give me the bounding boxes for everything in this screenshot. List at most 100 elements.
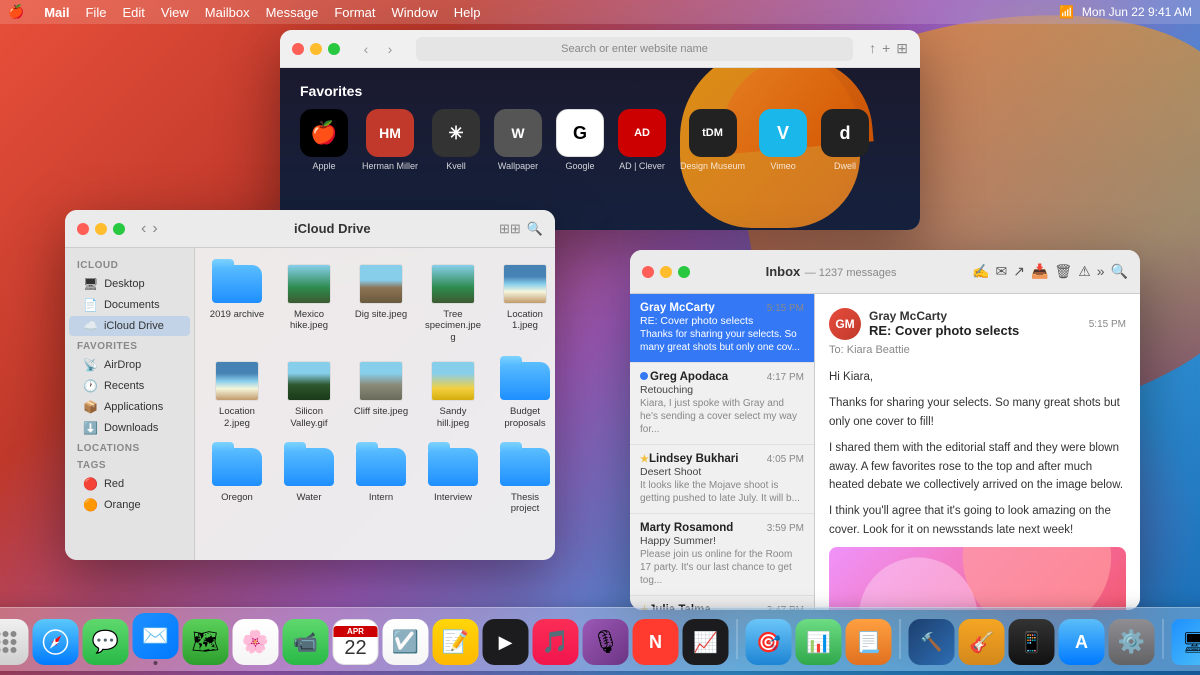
safari-fav-google[interactable]: G Google bbox=[556, 109, 604, 171]
menubar-window[interactable]: Window bbox=[392, 5, 438, 20]
safari-close-button[interactable] bbox=[292, 43, 304, 55]
mail-close-button[interactable] bbox=[642, 266, 654, 278]
safari-fav-kvell[interactable]: ✳ Kvell bbox=[432, 109, 480, 171]
mail-item-marty-rosamond[interactable]: Marty Rosamond 3:59 PM Happy Summer! Ple… bbox=[630, 514, 814, 596]
mail-forward-icon[interactable]: ↗ bbox=[1013, 263, 1025, 280]
sidebar-item-recents[interactable]: 🕐 Recents bbox=[69, 376, 190, 396]
finder-item-mexico-hike[interactable]: Mexico hike.jpeg bbox=[277, 258, 341, 347]
finder-search-icon[interactable]: 🔍 bbox=[527, 221, 543, 237]
menubar-view[interactable]: View bbox=[161, 5, 189, 20]
safari-fav-apple[interactable]: 🍎 Apple bbox=[300, 109, 348, 171]
finder-item-location2[interactable]: Location 2.jpeg bbox=[205, 355, 269, 433]
finder-forward-button[interactable]: › bbox=[152, 220, 157, 238]
finder-grid-icon[interactable]: ⊞⊞ bbox=[499, 221, 521, 237]
safari-share-icon[interactable]: ↑ bbox=[869, 40, 876, 57]
dock-photos[interactable]: 🌸 bbox=[233, 619, 279, 665]
mail-item-gray-mccarty[interactable]: Gray McCarty 5:15 PM RE: Cover photo sel… bbox=[630, 294, 814, 363]
safari-addressbar[interactable]: Search or enter website name bbox=[416, 37, 853, 61]
menubar-mailbox[interactable]: Mailbox bbox=[205, 5, 250, 20]
dock-xcode[interactable]: 🔨 bbox=[909, 619, 955, 665]
sidebar-item-icloud-drive[interactable]: ☁️ iCloud Drive bbox=[69, 316, 190, 336]
sidebar-item-red-tag[interactable]: 🔴 Red bbox=[69, 474, 190, 494]
dock-news[interactable]: N bbox=[633, 619, 679, 665]
sidebar-item-desktop[interactable]: 🖥 Desktop bbox=[69, 274, 190, 294]
menubar-file[interactable]: File bbox=[85, 5, 106, 20]
dock-stocks[interactable]: 📈 bbox=[683, 619, 729, 665]
mail-minimize-button[interactable] bbox=[660, 266, 672, 278]
mail-maximize-button[interactable] bbox=[678, 266, 690, 278]
apple-menu[interactable]: 🍎 bbox=[8, 4, 24, 20]
mail-more-icon[interactable]: » bbox=[1097, 263, 1105, 280]
dock-calendar[interactable]: APR 22 bbox=[333, 619, 379, 665]
safari-sidebar-icon[interactable]: ⊞ bbox=[896, 40, 908, 57]
menubar-format[interactable]: Format bbox=[334, 5, 375, 20]
safari-fav-wallpaper[interactable]: W Wallpaper bbox=[494, 109, 542, 171]
mail-archive-icon[interactable]: 📥 bbox=[1031, 263, 1048, 280]
dock-appletv[interactable]: ▶ bbox=[483, 619, 529, 665]
finder-item-oregon[interactable]: Oregon bbox=[205, 441, 269, 519]
safari-minimize-button[interactable] bbox=[310, 43, 322, 55]
dock-maps[interactable]: 🗺 bbox=[183, 619, 229, 665]
dock-music[interactable]: 🎵 bbox=[533, 619, 579, 665]
mail-reply-icon[interactable]: ✉ bbox=[996, 263, 1008, 280]
dock-launchpad[interactable] bbox=[0, 619, 29, 665]
finder-item-location1[interactable]: Location 1.jpeg bbox=[493, 258, 555, 347]
finder-item-2019-archive[interactable]: 2019 archive bbox=[205, 258, 269, 347]
dock-facetime[interactable]: 📹 bbox=[283, 619, 329, 665]
menubar-message[interactable]: Message bbox=[266, 5, 319, 20]
dock-messages[interactable]: 💬 bbox=[83, 619, 129, 665]
sidebar-item-downloads[interactable]: ⬇️ Downloads bbox=[69, 418, 190, 438]
safari-fav-hermanmiller[interactable]: HM Herman Miller bbox=[362, 109, 418, 171]
finder-maximize-button[interactable] bbox=[113, 223, 125, 235]
finder-item-intern[interactable]: Intern bbox=[349, 441, 413, 519]
safari-maximize-button[interactable] bbox=[328, 43, 340, 55]
dock-keynote[interactable]: 🎯 bbox=[746, 619, 792, 665]
dock-safari[interactable] bbox=[33, 619, 79, 665]
mail-compose-icon[interactable]: ✍ bbox=[972, 263, 989, 280]
dock-appstore[interactable]: A bbox=[1059, 619, 1105, 665]
mail-item-lindsey-bukhari[interactable]: ★Lindsey Bukhari 4:05 PM Desert Shoot It… bbox=[630, 445, 814, 514]
dock-preferences[interactable]: ⚙️ bbox=[1109, 619, 1155, 665]
finder-item-water[interactable]: Water bbox=[277, 441, 341, 519]
dock-separator3 bbox=[1163, 619, 1164, 659]
dock-photos-icon: 🌸 bbox=[233, 619, 279, 665]
dock-mail[interactable]: ✉️ bbox=[133, 613, 179, 665]
sidebar-item-documents[interactable]: 📄 Documents bbox=[69, 295, 190, 315]
safari-fav-designmuseum[interactable]: tDM Design Museum bbox=[680, 109, 745, 171]
finder-back-button[interactable]: ‹ bbox=[141, 220, 146, 238]
finder-minimize-button[interactable] bbox=[95, 223, 107, 235]
finder-close-button[interactable] bbox=[77, 223, 89, 235]
dock-notes[interactable]: 📝 bbox=[433, 619, 479, 665]
dock-instruments[interactable]: 🎸 bbox=[959, 619, 1005, 665]
mail-trash-icon[interactable]: 🗑 bbox=[1054, 263, 1072, 280]
mail-junk-icon[interactable]: ⚠ bbox=[1078, 263, 1091, 280]
menubar-app[interactable]: Mail bbox=[44, 5, 69, 20]
sidebar-item-orange-tag[interactable]: 🟠 Orange bbox=[69, 495, 190, 515]
dock-simulator[interactable]: 📱 bbox=[1009, 619, 1055, 665]
sidebar-item-applications[interactable]: 📦 Applications bbox=[69, 397, 190, 417]
safari-fav-adclever[interactable]: AD AD | Clever bbox=[618, 109, 666, 171]
mail-search-icon[interactable]: 🔍 bbox=[1111, 263, 1128, 280]
menubar-edit[interactable]: Edit bbox=[122, 5, 144, 20]
safari-back-button[interactable]: ‹ bbox=[356, 39, 376, 59]
finder-item-dig-site[interactable]: Dig site.jpeg bbox=[349, 258, 413, 347]
safari-fav-vimeo[interactable]: V Vimeo bbox=[759, 109, 807, 171]
dock-numbers[interactable]: 📊 bbox=[796, 619, 842, 665]
finder-item-thesis-project[interactable]: Thesis project bbox=[493, 441, 555, 519]
dock-reminders[interactable]: ☑️ bbox=[383, 619, 429, 665]
finder-item-silicon-valley[interactable]: Silicon Valley.gif bbox=[277, 355, 341, 433]
finder-item-cliff-site[interactable]: Cliff site.jpeg bbox=[349, 355, 413, 433]
dock-podcasts[interactable]: 🎙 bbox=[583, 619, 629, 665]
safari-newtab-icon[interactable]: + bbox=[882, 40, 890, 57]
finder-item-interview[interactable]: Interview bbox=[421, 441, 485, 519]
sidebar-item-airdrop[interactable]: 📡 AirDrop bbox=[69, 355, 190, 375]
finder-item-sandy-hill[interactable]: Sandy hill.jpeg bbox=[421, 355, 485, 433]
menubar-help[interactable]: Help bbox=[454, 5, 481, 20]
safari-forward-button[interactable]: › bbox=[380, 39, 400, 59]
dock-pages[interactable]: 📃 bbox=[846, 619, 892, 665]
dock-desktop-folder[interactable]: 🖥 bbox=[1172, 619, 1200, 665]
finder-item-budget-proposals[interactable]: Budget proposals bbox=[493, 355, 555, 433]
safari-fav-dwell[interactable]: d Dwell bbox=[821, 109, 869, 171]
finder-item-tree-specimen[interactable]: Tree specimen.jpeg bbox=[421, 258, 485, 347]
mail-item-greg-apodaca[interactable]: Greg Apodaca 4:17 PM Retouching Kiara, I… bbox=[630, 363, 814, 445]
